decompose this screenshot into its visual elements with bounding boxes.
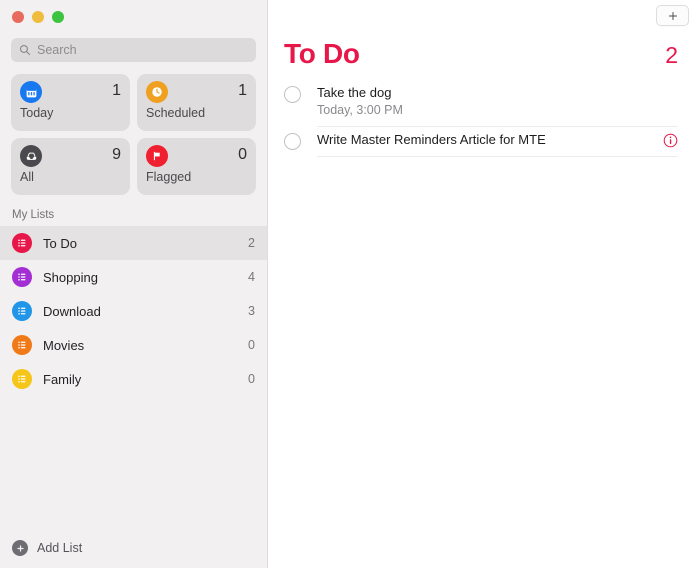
reminder-content: Write Master Reminders Article for MTE	[317, 131, 678, 157]
reminder-checkbox[interactable]	[284, 133, 301, 150]
my-lists-header: My Lists	[12, 209, 55, 221]
list-header: To Do 2	[268, 30, 700, 70]
list-item-count: 2	[248, 236, 255, 250]
smart-list-today[interactable]: 1 Today	[11, 74, 130, 131]
search-icon	[19, 44, 31, 56]
list-total-count: 2	[665, 42, 678, 68]
list-bullet-icon	[12, 369, 32, 389]
smart-lists-grid: 1 Today 1 Scheduled 9 All 0 Flagged	[0, 62, 267, 195]
list-bullet-icon	[12, 233, 32, 253]
list-item-label: Download	[43, 303, 101, 319]
list-item-count: 4	[248, 270, 255, 284]
content-toolbar	[268, 0, 700, 30]
list-item-to-do[interactable]: To Do 2	[0, 226, 267, 260]
smart-list-count: 9	[112, 146, 121, 163]
add-reminder-button[interactable]	[656, 5, 689, 26]
smart-list-scheduled[interactable]: 1 Scheduled	[137, 74, 256, 131]
list-item-movies[interactable]: Movies 0	[0, 328, 267, 362]
reminders-list: Take the dog Today, 3:00 PM Write Master…	[268, 84, 700, 157]
maximize-window-button[interactable]	[52, 11, 64, 23]
reminders-window: 1 Today 1 Scheduled	[0, 0, 700, 568]
list-item-label: Family	[43, 371, 82, 387]
smart-list-label: All	[20, 170, 34, 184]
search-container	[0, 34, 267, 62]
sidebar: 1 Today 1 Scheduled	[0, 0, 268, 568]
close-window-button[interactable]	[12, 11, 24, 23]
list-item-count: 0	[248, 372, 255, 386]
smart-list-count: 0	[238, 146, 247, 163]
smart-list-count: 1	[238, 82, 247, 99]
tray-icon	[20, 145, 42, 167]
reminder-row[interactable]: Take the dog Today, 3:00 PM	[284, 84, 700, 127]
plus-circle-icon	[12, 540, 28, 556]
smart-list-count: 1	[112, 82, 121, 99]
traffic-lights	[0, 0, 267, 34]
list-item-label: Shopping	[43, 269, 98, 285]
smart-list-flagged[interactable]: 0 Flagged	[137, 138, 256, 195]
list-item-shopping[interactable]: Shopping 4	[0, 260, 267, 294]
flag-icon	[146, 145, 168, 167]
content-pane: To Do 2 Take the dog Today, 3:00 PM Writ…	[268, 0, 700, 568]
reminder-due-date: Today, 3:00 PM	[317, 103, 403, 117]
lists-container: To Do 2 Shopping 4 Download 3 Movies 0 F…	[0, 226, 267, 396]
list-item-download[interactable]: Download 3	[0, 294, 267, 328]
reminder-row[interactable]: Write Master Reminders Article for MTE	[284, 131, 700, 157]
reminder-checkbox[interactable]	[284, 86, 301, 103]
add-list-label: Add List	[37, 541, 83, 555]
clock-icon	[146, 81, 168, 103]
reminder-info-button[interactable]	[663, 133, 678, 148]
list-item-label: To Do	[43, 235, 77, 251]
minimize-window-button[interactable]	[32, 11, 44, 23]
calendar-icon	[20, 81, 42, 103]
add-list-button[interactable]: Add List	[0, 528, 267, 568]
list-item-count: 3	[248, 304, 255, 318]
list-item-count: 0	[248, 338, 255, 352]
smart-list-label: Scheduled	[146, 106, 206, 120]
search-input[interactable]	[37, 43, 248, 57]
list-item-family[interactable]: Family 0	[0, 362, 267, 396]
search-box[interactable]	[11, 38, 256, 62]
smart-list-label: Today	[20, 106, 54, 120]
plus-icon	[668, 11, 677, 20]
reminder-title: Take the dog	[317, 85, 392, 100]
smart-list-all[interactable]: 9 All	[11, 138, 130, 195]
list-bullet-icon	[12, 335, 32, 355]
list-item-label: Movies	[43, 337, 85, 353]
list-bullet-icon	[12, 301, 32, 321]
info-circle-icon	[663, 133, 678, 148]
page-title: To Do	[284, 38, 360, 69]
reminder-title: Write Master Reminders Article for MTE	[317, 132, 546, 147]
smart-list-label: Flagged	[146, 170, 192, 184]
list-bullet-icon	[12, 267, 32, 287]
reminder-content: Take the dog Today, 3:00 PM	[317, 84, 678, 127]
